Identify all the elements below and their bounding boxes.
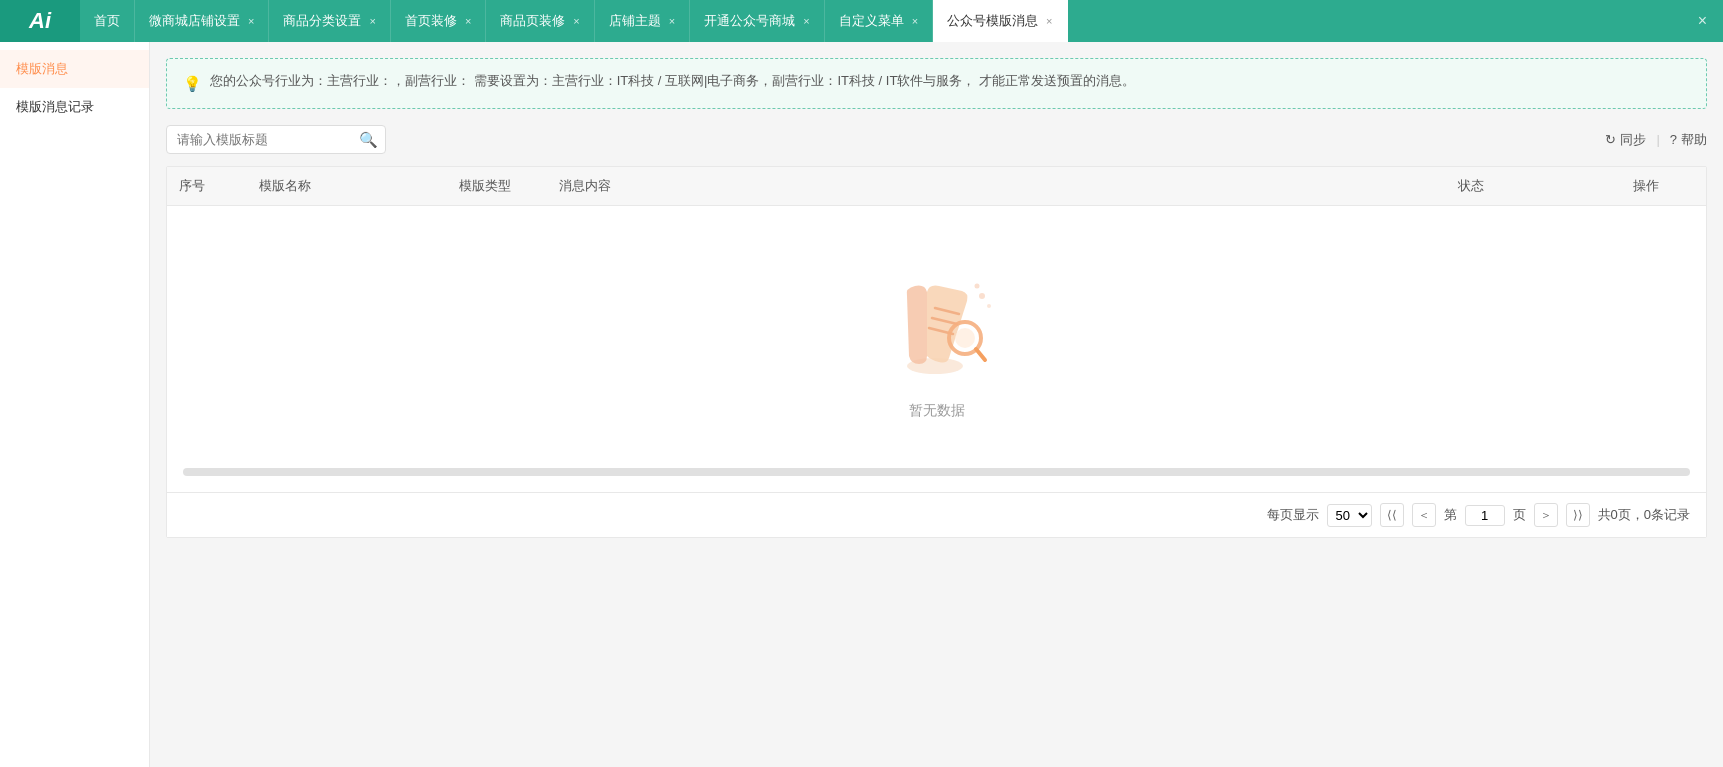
notice-icon: 💡 (183, 72, 202, 96)
search-left: 🔍 (166, 125, 386, 154)
th-action: 操作 (1586, 167, 1706, 205)
divider: | (1652, 132, 1663, 147)
th-type: 模版类型 (447, 167, 547, 205)
svg-line-6 (976, 349, 985, 360)
close-home-decor[interactable]: × (465, 15, 471, 27)
svg-point-9 (974, 284, 979, 289)
svg-point-5 (955, 328, 975, 348)
pagination: 每页显示 50 ⟨⟨ ＜ 第 页 ＞ ⟩⟩ 共0页，0条记录 (167, 492, 1706, 537)
search-input-wrap: 🔍 (166, 125, 386, 154)
sync-icon: ↻ (1605, 132, 1616, 147)
search-input[interactable] (166, 125, 386, 154)
nav-tab-template-msg[interactable]: 公众号模版消息 × (933, 0, 1067, 42)
sidebar-item-template-msg[interactable]: 模版消息 (0, 50, 149, 88)
close-category[interactable]: × (369, 15, 375, 27)
notice-content: 您的公众号行业为：主营行业：，副营行业： 需要设置为：主营行业：IT科技 / 互… (210, 71, 1135, 92)
close-all-tabs[interactable]: × (1682, 12, 1723, 30)
sidebar-item-template-record[interactable]: 模版消息记录 (0, 88, 149, 126)
page-end-label: 页 (1513, 506, 1526, 524)
scroll-bar-wrap (167, 460, 1706, 492)
per-page-label: 每页显示 (1267, 506, 1319, 524)
close-theme[interactable]: × (669, 15, 675, 27)
close-custom-menu[interactable]: × (912, 15, 918, 27)
th-name: 模版名称 (247, 167, 447, 205)
nav-tab-custom-menu[interactable]: 自定义菜单 × (825, 0, 933, 42)
page-label: 第 (1444, 506, 1457, 524)
scrollbar-track[interactable] (183, 468, 1690, 476)
nav-tab-store-settings[interactable]: 微商城店铺设置 × (135, 0, 269, 42)
page-number-input[interactable] (1465, 505, 1505, 526)
svg-point-7 (979, 293, 985, 299)
nav-tab-open-mall[interactable]: 开通公众号商城 × (690, 0, 824, 42)
prev-page-button[interactable]: ＜ (1412, 503, 1436, 527)
nav-tab-home-decor[interactable]: 首页装修 × (391, 0, 486, 42)
search-bar: 🔍 ↻ 同步 | ? 帮助 (166, 125, 1707, 154)
content-area: 💡 您的公众号行业为：主营行业：，副营行业： 需要设置为：主营行业：IT科技 /… (150, 42, 1723, 767)
notice-box: 💡 您的公众号行业为：主营行业：，副营行业： 需要设置为：主营行业：IT科技 /… (166, 58, 1707, 109)
total-label: 共0页，0条记录 (1598, 506, 1690, 524)
table-header: 序号 模版名称 模版类型 消息内容 状态 操作 (167, 167, 1706, 206)
empty-state: 暂无数据 (167, 206, 1706, 460)
nav-tab-category[interactable]: 商品分类设置 × (269, 0, 390, 42)
th-status: 状态 (1446, 167, 1586, 205)
th-content: 消息内容 (547, 167, 1446, 205)
close-product-decor[interactable]: × (573, 15, 579, 27)
close-open-mall[interactable]: × (803, 15, 809, 27)
sync-button[interactable]: ↻ 同步 (1605, 131, 1646, 149)
empty-text: 暂无数据 (909, 402, 965, 420)
sidebar: 模版消息 模版消息记录 (0, 42, 150, 767)
help-icon: ? (1670, 132, 1677, 147)
top-nav: Ai 首页 微商城店铺设置 × 商品分类设置 × 首页装修 × 商品页装修 × … (0, 0, 1723, 42)
search-right: ↻ 同步 | ? 帮助 (1605, 131, 1707, 149)
svg-point-8 (987, 304, 991, 308)
nav-tab-theme[interactable]: 店铺主题 × (595, 0, 690, 42)
th-seq: 序号 (167, 167, 247, 205)
help-button[interactable]: ? 帮助 (1670, 131, 1707, 149)
search-icon[interactable]: 🔍 (359, 131, 378, 149)
first-page-button[interactable]: ⟨⟨ (1380, 503, 1404, 527)
nav-tab-product-decor[interactable]: 商品页装修 × (486, 0, 594, 42)
empty-icon (877, 266, 997, 386)
last-page-button[interactable]: ⟩⟩ (1566, 503, 1590, 527)
per-page-select[interactable]: 50 (1327, 504, 1372, 527)
nav-tab-home[interactable]: 首页 (80, 0, 135, 42)
table-wrap: 序号 模版名称 模版类型 消息内容 状态 操作 (166, 166, 1707, 538)
close-template-msg[interactable]: × (1046, 15, 1052, 27)
main-layout: 模版消息 模版消息记录 💡 您的公众号行业为：主营行业：，副营行业： 需要设置为… (0, 42, 1723, 767)
close-store-settings[interactable]: × (248, 15, 254, 27)
next-page-button[interactable]: ＞ (1534, 503, 1558, 527)
logo: Ai (0, 0, 80, 42)
